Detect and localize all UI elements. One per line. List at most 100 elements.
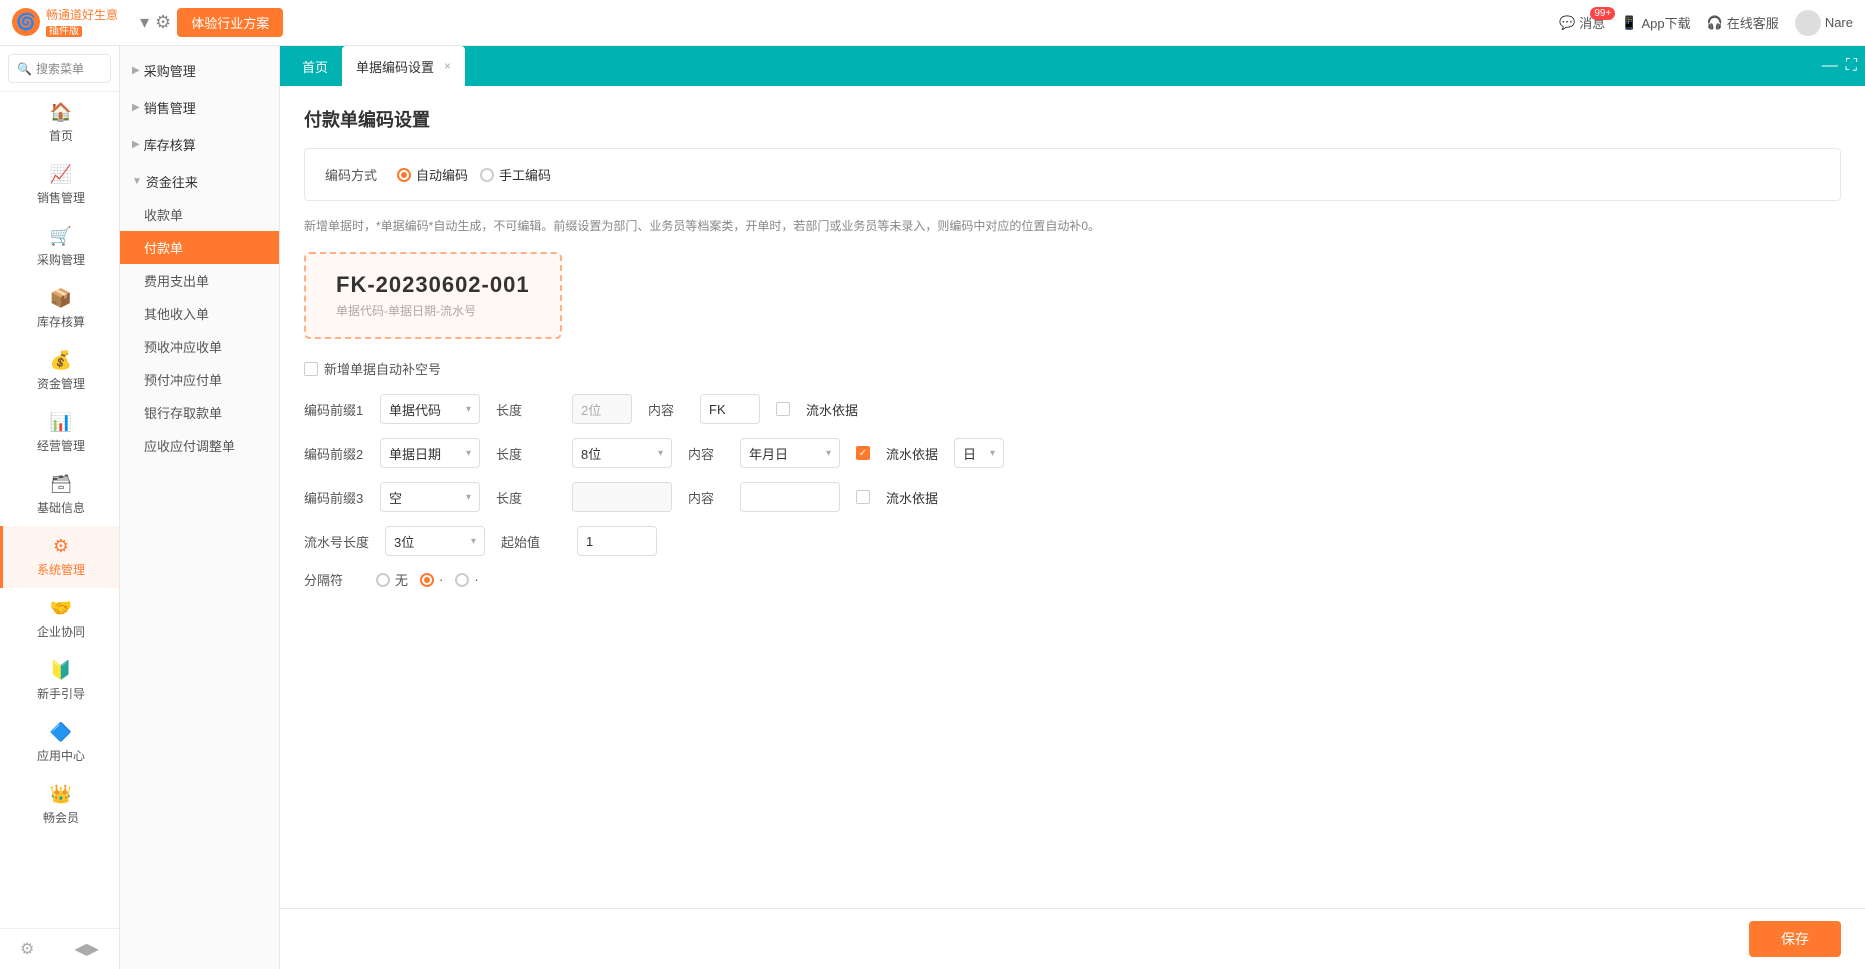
logo-area: 🌀 畅通道好生意 插件版 xyxy=(12,8,132,37)
stream-1-checkbox[interactable] xyxy=(776,402,790,416)
prefix-3-label: 编码前缀3 xyxy=(304,488,364,507)
basic-icon: 🗃 xyxy=(50,474,73,495)
maximize-btn[interactable]: ⛶ xyxy=(1846,57,1857,75)
separator-label: 分隔符 xyxy=(304,570,364,589)
code-preview-sub: 单据代码-单据日期-流水号 xyxy=(336,302,530,319)
sidebar-item-apps[interactable]: 🔷 应用中心 xyxy=(0,712,119,774)
sec-item-receipt[interactable]: 收款单 xyxy=(120,198,279,231)
chevron-right-icon: ▶ xyxy=(132,139,140,150)
message-btn[interactable]: 💬 消息 99+ xyxy=(1559,13,1605,32)
length-3-input xyxy=(572,482,672,512)
sidebar-item-label: 应用中心 xyxy=(37,747,85,764)
sec-item-bank-deposit[interactable]: 银行存取款单 xyxy=(120,396,279,429)
sec-group-finance-header[interactable]: ▼ 资金往来 xyxy=(120,165,279,198)
sec-item-prepaid-receivable[interactable]: 预收冲应收单 xyxy=(120,330,279,363)
prefix-2-select[interactable]: 单据日期 ▾ xyxy=(380,438,480,468)
content-3-value xyxy=(740,482,840,512)
chevron-right-icon: ▶ xyxy=(132,65,140,76)
length-1-input: 2位 xyxy=(572,394,632,424)
chevron-down-icon: ▾ xyxy=(471,536,476,547)
length-2-select[interactable]: 8位 ▾ xyxy=(572,438,672,468)
sidebar-item-enterprise[interactable]: 🤝 企业协同 xyxy=(0,588,119,650)
prefix-2-label: 编码前缀2 xyxy=(304,444,364,463)
purchase-icon: 🛒 xyxy=(50,226,72,247)
separator-radio-group: 无 · · xyxy=(376,570,479,589)
prefix-1-select[interactable]: 单据代码 ▾ xyxy=(380,394,480,424)
apps-icon: 🔷 xyxy=(50,722,72,743)
sec-group-sales-header[interactable]: ▶ 销售管理 xyxy=(120,91,279,124)
sec-group-purchase-header[interactable]: ▶ 采购管理 xyxy=(120,54,279,87)
sidebar-item-finance[interactable]: 💰 资金管理 xyxy=(0,340,119,402)
radio-auto-encode[interactable]: 自动编码 xyxy=(397,165,468,184)
sec-item-prepaid-payable[interactable]: 预付冲应付单 xyxy=(120,363,279,396)
auto-fill-label: 新增单据自动补空号 xyxy=(324,359,441,378)
app-download-btn[interactable]: 📱 App下载 xyxy=(1621,13,1690,32)
sidebar-item-home[interactable]: 🏠 首页 xyxy=(0,92,119,154)
logo-text: 畅通道好生意 插件版 xyxy=(46,8,118,37)
save-button[interactable]: 保存 xyxy=(1749,921,1841,957)
sidebar-item-basic[interactable]: 🗃 基础信息 xyxy=(0,464,119,526)
stream-3-checkbox[interactable] xyxy=(856,490,870,504)
prefix-row-1: 编码前缀1 单据代码 ▾ 长度 2位 内容 FK 流水依据 xyxy=(304,394,1841,424)
prefix-3-select[interactable]: 空 ▾ xyxy=(380,482,480,512)
radio-manual-encode[interactable]: 手工编码 xyxy=(480,165,551,184)
avatar xyxy=(1795,10,1821,36)
radio-dot xyxy=(401,172,407,178)
tab-close-icon[interactable]: × xyxy=(444,59,451,73)
stream-3-label: 流水依据 xyxy=(886,488,938,507)
app-icon: 📱 xyxy=(1621,15,1637,31)
stream-unit-select[interactable]: 日 ▾ xyxy=(954,438,1004,468)
search-menu-btn[interactable]: 🔍 搜索菜单 xyxy=(8,54,111,83)
trial-btn[interactable]: 体验行业方案 xyxy=(177,8,283,37)
operations-icon: 📊 xyxy=(50,412,72,433)
tabs-bar: 首页 单据编码设置 × — ⛶ xyxy=(280,46,1865,86)
sidebar-item-system[interactable]: ⚙ 系统管理 xyxy=(0,526,119,588)
content-3-label: 内容 xyxy=(688,488,724,507)
settings-btn[interactable]: ⚙ xyxy=(155,12,171,33)
sidebar-item-member[interactable]: 👑 畅会员 xyxy=(0,774,119,836)
finance-icon: 💰 xyxy=(50,350,72,371)
layout: 🔍 搜索菜单 🏠 首页 📈 销售管理 🛒 采购管理 📦 库存核算 💰 资金管理 … xyxy=(0,46,1865,969)
encoding-method-label: 编码方式 xyxy=(325,165,377,184)
sidebar-item-sales[interactable]: 📈 销售管理 xyxy=(0,154,119,216)
sales-icon: 📈 xyxy=(50,164,72,185)
tab-home[interactable]: 首页 xyxy=(288,46,342,86)
tab-encoding-settings[interactable]: 单据编码设置 × xyxy=(342,46,465,86)
top-bar-right: 💬 消息 99+ 📱 App下载 🎧 在线客服 Nare xyxy=(1559,10,1853,36)
minimize-btn[interactable]: — xyxy=(1822,57,1838,75)
length-2-label: 长度 xyxy=(496,444,556,463)
dropdown-btn[interactable]: ▾ xyxy=(140,12,149,33)
sec-item-payment[interactable]: 付款单 xyxy=(120,231,279,264)
sep-radio-none[interactable]: 无 xyxy=(376,570,408,589)
sep-radio-dot2[interactable]: · xyxy=(455,572,478,587)
sidebar-item-inventory[interactable]: 📦 库存核算 xyxy=(0,278,119,340)
radio-manual-circle xyxy=(480,168,494,182)
settings-bottom-btn[interactable]: ⚙ xyxy=(20,939,34,959)
serial-length-select[interactable]: 3位 ▾ xyxy=(385,526,485,556)
sep-radio-dot1[interactable]: · xyxy=(420,572,443,587)
top-bar-left: 🌀 畅通道好生意 插件版 ▾ ⚙ 体验行业方案 xyxy=(12,8,283,37)
sec-group-inventory-header[interactable]: ▶ 库存核算 xyxy=(120,128,279,161)
sidebar-item-guide[interactable]: 🔰 新手引导 xyxy=(0,650,119,712)
message-icon: 💬 xyxy=(1559,15,1575,31)
secondary-sidebar: ▶ 采购管理 ▶ 销售管理 ▶ 库存核算 ▼ 资金往来 收款单 付款单 费用支出… xyxy=(120,46,280,969)
online-service-btn[interactable]: 🎧 在线客服 xyxy=(1707,13,1779,32)
content-1-label: 内容 xyxy=(648,400,684,419)
collapse-btn[interactable]: ◀▶ xyxy=(74,939,99,959)
stream-2-checkbox[interactable]: ✓ xyxy=(856,446,870,460)
sec-item-other-income[interactable]: 其他收入单 xyxy=(120,297,279,330)
content-1-value: FK xyxy=(700,394,760,424)
encoding-method-section: 编码方式 自动编码 手工编码 xyxy=(304,148,1841,201)
chevron-down-icon: ▼ xyxy=(132,176,142,187)
sec-group-sales: ▶ 销售管理 xyxy=(120,91,279,124)
sidebar-item-purchase[interactable]: 🛒 采购管理 xyxy=(0,216,119,278)
prefix-1-label: 编码前缀1 xyxy=(304,400,364,419)
user-avatar[interactable]: Nare xyxy=(1795,10,1853,36)
sec-group-inventory: ▶ 库存核算 xyxy=(120,128,279,161)
sec-item-expense[interactable]: 费用支出单 xyxy=(120,264,279,297)
start-value-input[interactable]: 1 xyxy=(577,526,657,556)
sidebar-item-operations[interactable]: 📊 经营管理 xyxy=(0,402,119,464)
sec-item-adjustment[interactable]: 应收应付调整单 xyxy=(120,429,279,462)
auto-fill-checkbox[interactable] xyxy=(304,362,318,376)
content-2-select[interactable]: 年月日 ▾ xyxy=(740,438,840,468)
